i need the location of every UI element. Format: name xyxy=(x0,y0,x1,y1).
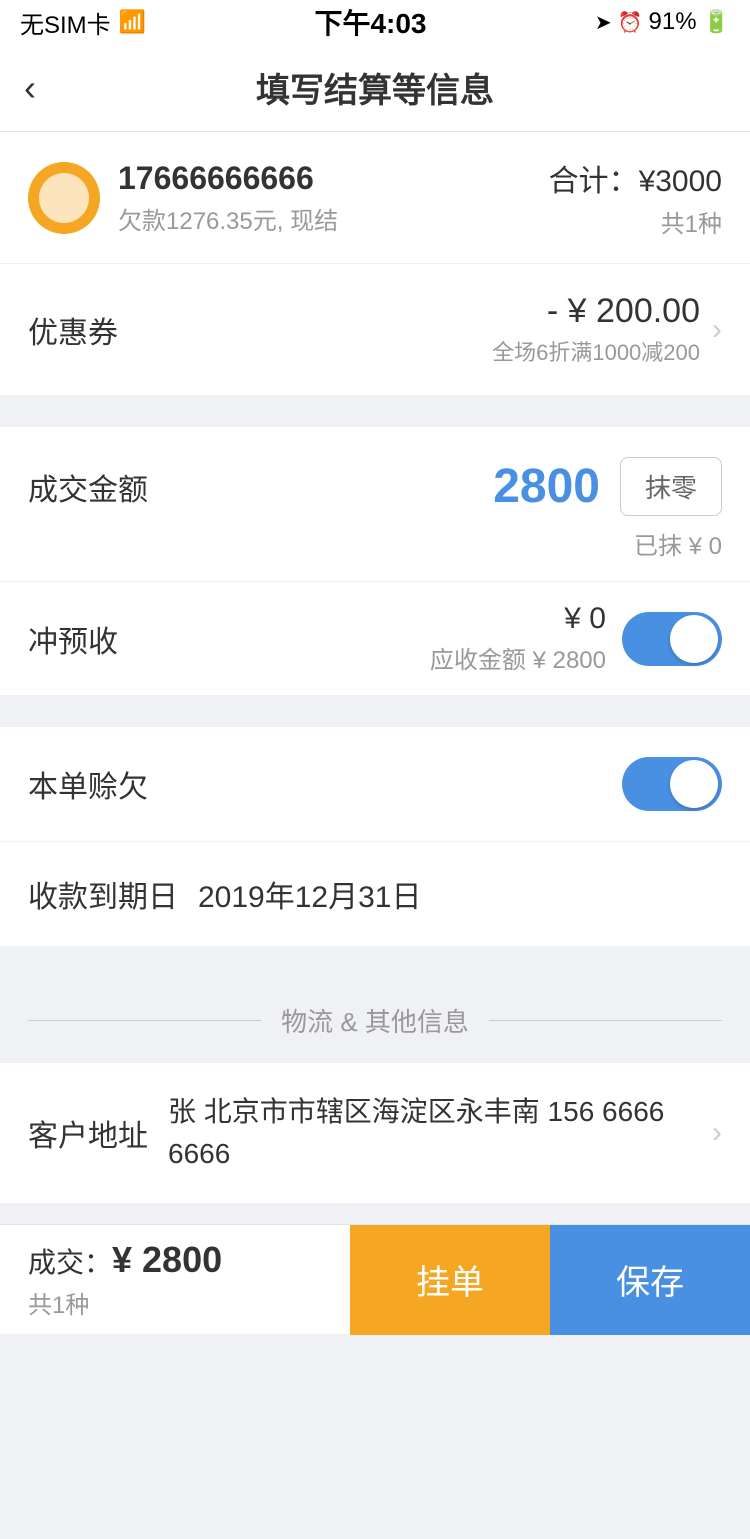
back-button[interactable]: ‹ xyxy=(24,67,36,109)
bottom-summary: 成交：¥ 2800 共1种 xyxy=(0,1239,350,1320)
chong-toggle[interactable] xyxy=(622,612,722,666)
coupon-label: 优惠券 xyxy=(28,308,118,352)
shoukuan-row: 收款到期日 2019年12月31日 xyxy=(0,841,750,946)
coupon-row[interactable]: 优惠券 - ¥ 200.00 全场6折满1000减200 › xyxy=(0,263,750,395)
deal-card: 成交金额 2800 抹零 已抹 ¥ 0 冲预收 ¥ 0 应收金额 ¥ 2800 xyxy=(0,427,750,695)
separator-3 xyxy=(0,962,750,978)
page-title: 填写结算等信息 xyxy=(256,63,494,112)
bottom-count: 共1种 xyxy=(28,1285,322,1320)
bottom-deal-amount: ¥ 2800 xyxy=(112,1239,222,1280)
status-right: ➤ ⏰ 91% 🔋 xyxy=(595,8,730,36)
shoukuan-label: 收款到期日 xyxy=(28,872,178,916)
address-value: 张 北京市市辖区海淀区永丰南 156 6666 6666 xyxy=(168,1091,712,1175)
status-time: 下午4:03 xyxy=(314,2,426,42)
separator-2 xyxy=(0,711,750,727)
deal-label: 成交金额 xyxy=(28,465,148,509)
customer-left: 17666666666 欠款1276.35元, 现结 xyxy=(28,160,338,236)
customer-card: 17666666666 欠款1276.35元, 现结 合计：¥3000 共1种 … xyxy=(0,132,750,395)
carrier-label: 无SIM卡 xyxy=(20,5,111,40)
bendan-label: 本单赊欠 xyxy=(28,762,148,806)
chong-label: 冲预收 xyxy=(28,617,118,661)
customer-right: 合计：¥3000 共1种 xyxy=(549,156,722,239)
logistics-section: 物流 & 其他信息 xyxy=(0,978,750,1063)
customer-phone: 17666666666 xyxy=(118,160,338,197)
bendan-toggle-knob xyxy=(670,760,718,808)
coupon-amount: - ¥ 200.00 xyxy=(492,292,700,331)
toggle-knob xyxy=(670,615,718,663)
coupon-desc: 全场6折满1000减200 xyxy=(492,335,700,367)
customer-row: 17666666666 欠款1276.35元, 现结 合计：¥3000 共1种 xyxy=(0,132,750,263)
bottom-deal-row: 成交：¥ 2800 xyxy=(28,1239,322,1281)
total-label: 合计： xyxy=(549,165,639,198)
coupon-right-block: - ¥ 200.00 全场6折满1000减200 xyxy=(492,292,700,367)
bottom-deal-label: 成交： xyxy=(28,1247,112,1278)
status-bar: 无SIM卡 📶 下午4:03 ➤ ⏰ 91% 🔋 xyxy=(0,0,750,44)
nav-bar: ‹ 填写结算等信息 xyxy=(0,44,750,132)
total-amount: ¥3000 xyxy=(639,165,722,198)
shoukuan-value: 2019年12月31日 xyxy=(198,872,421,916)
address-chevron-icon: › xyxy=(712,1116,722,1150)
avatar xyxy=(28,162,100,234)
bendan-card: 本单赊欠 收款到期日 2019年12月31日 xyxy=(0,727,750,946)
round-zero-button[interactable]: 抹零 xyxy=(620,457,722,516)
deal-right: 2800 抹零 xyxy=(493,457,722,516)
chong-amount: ¥ 0 xyxy=(430,602,606,636)
chong-right: ¥ 0 应收金额 ¥ 2800 xyxy=(430,602,722,675)
separator-1 xyxy=(0,411,750,427)
save-button[interactable]: 保存 xyxy=(550,1225,750,1335)
bendan-row: 本单赊欠 xyxy=(0,727,750,841)
alarm-icon: ⏰ xyxy=(618,10,643,35)
logistics-line-right xyxy=(489,1020,722,1021)
location-icon: ➤ xyxy=(595,10,612,35)
status-left: 无SIM卡 📶 xyxy=(20,5,146,40)
bendan-toggle[interactable] xyxy=(622,757,722,811)
logistics-title: 物流 & 其他信息 xyxy=(281,1002,469,1039)
battery-label: 91% xyxy=(649,8,697,36)
deal-row: 成交金额 2800 抹零 xyxy=(0,427,750,526)
customer-count: 共1种 xyxy=(549,204,722,239)
coupon-right: - ¥ 200.00 全场6折满1000减200 › xyxy=(492,292,722,367)
address-label: 客户地址 xyxy=(28,1111,148,1155)
hang-button[interactable]: 挂单 xyxy=(350,1225,550,1335)
wifi-icon: 📶 xyxy=(119,9,146,35)
customer-info: 17666666666 欠款1276.35元, 现结 xyxy=(118,160,338,236)
chevron-right-icon: › xyxy=(712,313,722,347)
deal-sub-text: 已抹 ¥ 0 xyxy=(0,526,750,581)
customer-sub-text: 欠款1276.35元, 现结 xyxy=(118,201,338,236)
bottom-bar: 成交：¥ 2800 共1种 挂单 保存 xyxy=(0,1224,750,1334)
customer-total: 合计：¥3000 xyxy=(549,156,722,200)
logistics-header: 物流 & 其他信息 xyxy=(0,978,750,1063)
deal-amount: 2800 xyxy=(493,459,600,514)
chong-sub-text: 应收金额 ¥ 2800 xyxy=(430,640,606,675)
chong-row: 冲预收 ¥ 0 应收金额 ¥ 2800 xyxy=(0,581,750,695)
battery-icon: 🔋 xyxy=(703,9,730,35)
address-row[interactable]: 客户地址 张 北京市市辖区海淀区永丰南 156 6666 6666 › xyxy=(0,1063,750,1203)
logistics-line-left xyxy=(28,1020,261,1021)
address-card: 客户地址 张 北京市市辖区海淀区永丰南 156 6666 6666 › xyxy=(0,1063,750,1203)
chong-amount-block: ¥ 0 应收金额 ¥ 2800 xyxy=(430,602,606,675)
avatar-icon xyxy=(39,173,89,223)
